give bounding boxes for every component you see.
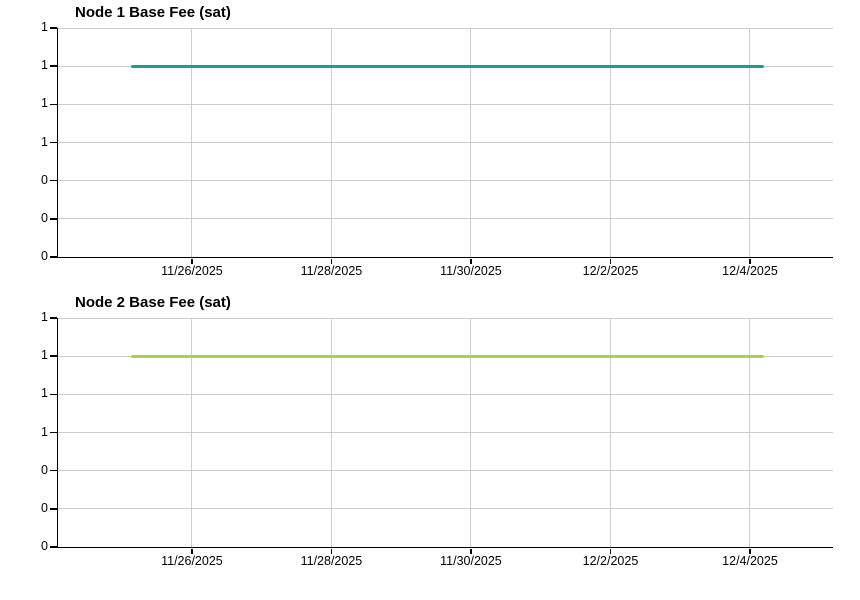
x-tick-mark — [191, 549, 193, 554]
y-tick-label: 0 — [8, 173, 48, 188]
y-gridline — [58, 218, 833, 219]
x-gridline — [191, 318, 192, 547]
y-tick-label: 1 — [8, 348, 48, 363]
y-gridline — [58, 104, 833, 105]
x-tick-label: 11/30/2025 — [421, 264, 521, 279]
y-gridline — [58, 470, 833, 471]
y-tick-mark — [50, 104, 57, 106]
y-tick-label: 1 — [8, 310, 48, 325]
series-line-node-2-base-fee — [131, 355, 764, 358]
y-tick-mark — [50, 355, 57, 357]
y-tick-mark — [50, 65, 57, 67]
y-tick-label: 0 — [8, 463, 48, 478]
y-tick-mark — [50, 256, 57, 258]
x-tick-mark — [331, 549, 333, 554]
plot-area-axes — [57, 318, 833, 548]
x-tick-label: 11/28/2025 — [281, 264, 381, 279]
y-tick-mark — [50, 394, 57, 396]
y-tick-label: 0 — [8, 501, 48, 516]
y-gridline — [58, 257, 833, 258]
y-tick-mark — [50, 142, 57, 144]
x-tick-mark — [191, 259, 193, 264]
x-gridline — [331, 318, 332, 547]
x-gridline — [610, 318, 611, 547]
x-tick-label: 12/2/2025 — [560, 554, 660, 569]
x-tick-label: 12/4/2025 — [700, 264, 800, 279]
y-tick-mark — [50, 180, 57, 182]
y-tick-label: 1 — [8, 58, 48, 73]
y-tick-label: 1 — [8, 135, 48, 150]
series-line-node-1-base-fee — [131, 65, 764, 68]
y-tick-label: 0 — [8, 539, 48, 554]
x-gridline — [610, 28, 611, 257]
chart-node-2-base-fee: Node 2 Base Fee (sat) 1 1 1 1 0 0 0 11/26/2025 1… — [0, 290, 860, 575]
x-tick-label: 11/28/2025 — [281, 554, 381, 569]
y-tick-label: 1 — [8, 20, 48, 35]
x-tick-mark — [610, 549, 612, 554]
x-tick-label: 12/4/2025 — [700, 554, 800, 569]
y-tick-label: 1 — [8, 386, 48, 401]
y-tick-mark — [50, 317, 57, 319]
y-tick-mark — [50, 508, 57, 510]
y-gridline — [58, 432, 833, 433]
x-tick-mark — [331, 259, 333, 264]
x-gridline — [191, 28, 192, 257]
y-gridline — [58, 394, 833, 395]
y-tick-label: 1 — [8, 425, 48, 440]
x-tick-mark — [749, 549, 751, 554]
x-tick-label: 11/26/2025 — [142, 554, 242, 569]
y-tick-mark — [50, 27, 57, 29]
y-tick-mark — [50, 218, 57, 220]
y-tick-label: 0 — [8, 249, 48, 264]
y-gridline — [58, 28, 833, 29]
y-gridline — [58, 180, 833, 181]
x-tick-label: 12/2/2025 — [560, 264, 660, 279]
x-tick-mark — [470, 549, 472, 554]
y-gridline — [58, 318, 833, 319]
x-tick-mark — [749, 259, 751, 264]
y-tick-mark — [50, 546, 57, 548]
x-gridline — [749, 28, 750, 257]
chart-title: Node 1 Base Fee (sat) — [75, 4, 231, 21]
chart-node-1-base-fee: Node 1 Base Fee (sat) 1 1 1 1 0 0 0 11/26/2025 1… — [0, 0, 860, 285]
x-gridline — [470, 318, 471, 547]
y-tick-mark — [50, 432, 57, 434]
x-tick-mark — [470, 259, 472, 264]
x-gridline — [331, 28, 332, 257]
x-tick-label: 11/30/2025 — [421, 554, 521, 569]
y-gridline — [58, 508, 833, 509]
y-tick-label: 1 — [8, 96, 48, 111]
plot-area-axes — [57, 28, 833, 258]
y-tick-label: 0 — [8, 211, 48, 226]
x-gridline — [470, 28, 471, 257]
y-gridline — [58, 547, 833, 548]
x-gridline — [749, 318, 750, 547]
x-tick-label: 11/26/2025 — [142, 264, 242, 279]
y-gridline — [58, 142, 833, 143]
y-tick-mark — [50, 470, 57, 472]
chart-title: Node 2 Base Fee (sat) — [75, 294, 231, 311]
x-tick-mark — [610, 259, 612, 264]
